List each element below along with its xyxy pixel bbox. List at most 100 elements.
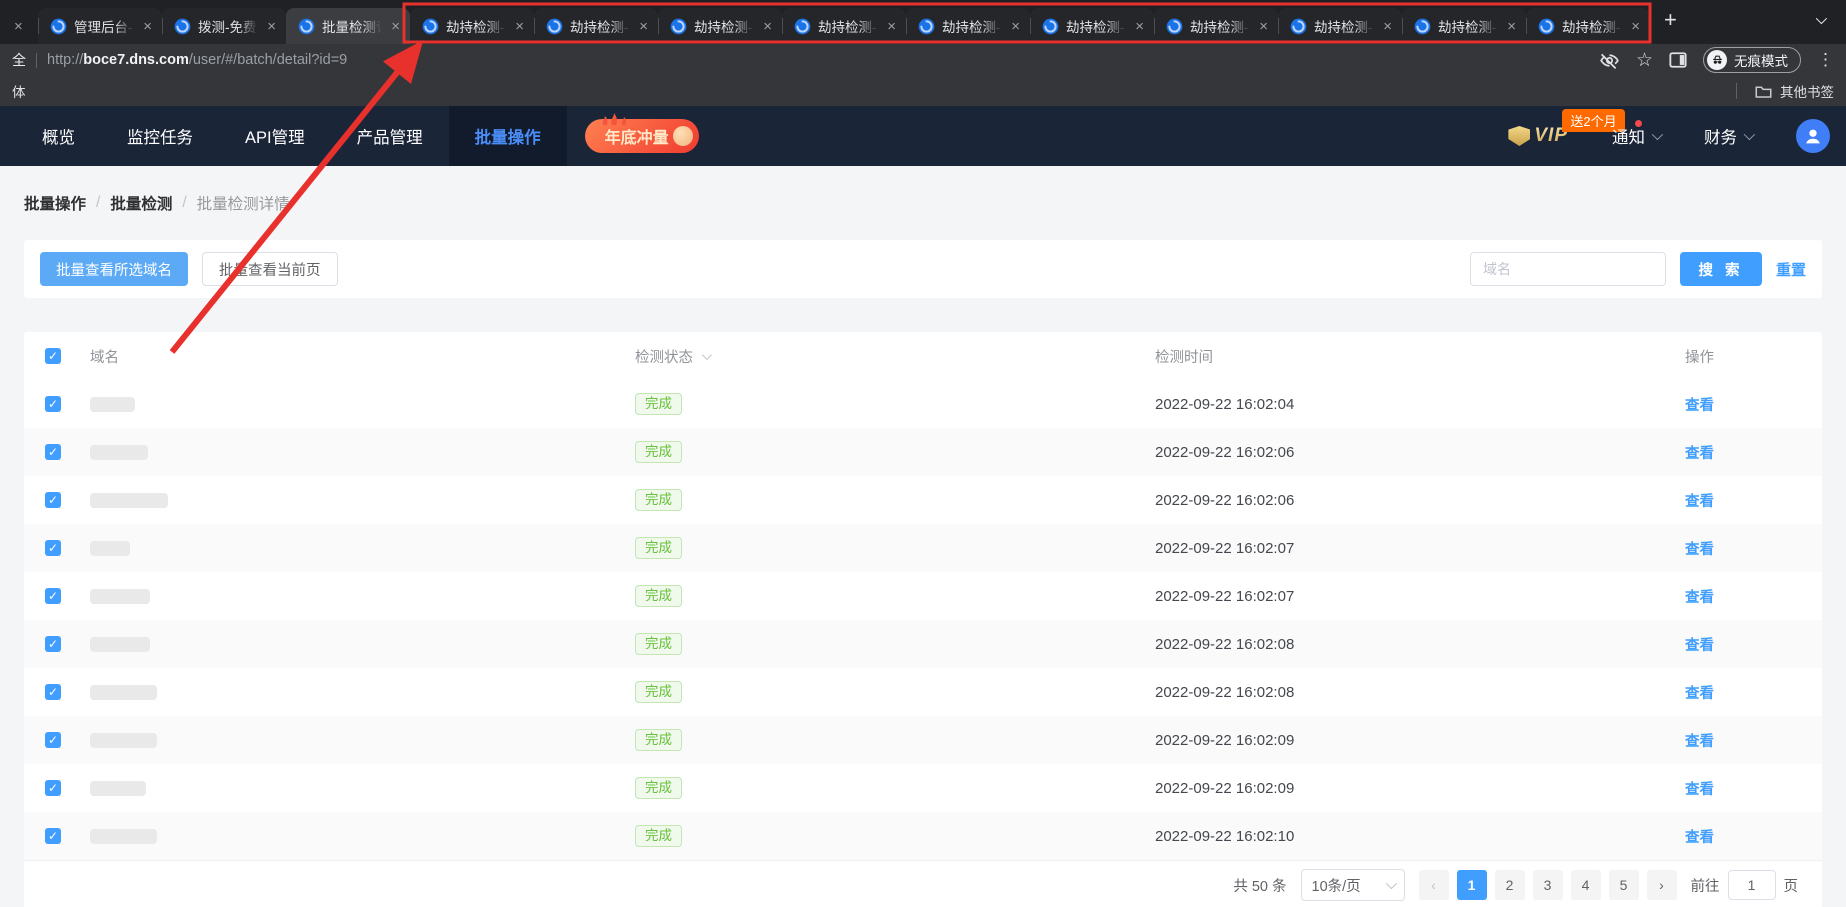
tab-close-icon[interactable]: ×	[1133, 17, 1146, 36]
row-checkbox[interactable]: ✓	[45, 492, 61, 508]
view-current-page-button[interactable]: 批量查看当前页	[202, 252, 338, 286]
side-panel-icon[interactable]	[1669, 51, 1687, 69]
view-selected-domains-button[interactable]: 批量查看所选域名	[40, 252, 188, 286]
row-checkbox[interactable]: ✓	[45, 684, 61, 700]
detect-time: 2022-09-22 16:02:07	[1155, 539, 1295, 557]
view-link[interactable]: 查看	[1685, 490, 1714, 511]
browser-tab[interactable]: 劫持检测-域 ×	[782, 8, 906, 44]
browser-tab[interactable]: 拨测-免费的 ×	[162, 8, 286, 44]
tab-close-icon[interactable]: ×	[141, 17, 154, 36]
page-button-4[interactable]: 4	[1570, 870, 1601, 900]
browser-tab[interactable]: 劫持检测-域 ×	[1526, 8, 1650, 44]
browser-tab[interactable]: 劫持检测-域 ×	[1030, 8, 1154, 44]
breadcrumb-batch-detect[interactable]: 批量检测	[110, 192, 172, 214]
view-link[interactable]: 查看	[1685, 538, 1714, 559]
view-link[interactable]: 查看	[1685, 778, 1714, 799]
search-button[interactable]: 搜 索	[1679, 252, 1762, 286]
tab-close-icon[interactable]: ×	[1629, 17, 1642, 36]
page-button-1[interactable]: 1	[1456, 870, 1487, 900]
row-checkbox[interactable]: ✓	[45, 780, 61, 796]
tab-close-icon[interactable]: ×	[265, 17, 278, 36]
view-link[interactable]: 查看	[1685, 442, 1714, 463]
nav-item-batch-operations[interactable]: 批量操作	[448, 106, 567, 166]
nav-item-product-management[interactable]: 产品管理	[331, 106, 449, 166]
tab-close-icon[interactable]: ×	[12, 17, 25, 36]
tab-close-icon[interactable]: ×	[885, 17, 898, 36]
view-link[interactable]: 查看	[1685, 586, 1714, 607]
nav-item-monitor-tasks[interactable]: 监控任务	[101, 106, 219, 166]
tab-close-icon[interactable]: ×	[1381, 17, 1394, 36]
view-link[interactable]: 查看	[1685, 826, 1714, 847]
page-button-3[interactable]: 3	[1532, 870, 1563, 900]
page-button-5[interactable]: 5	[1608, 870, 1639, 900]
incognito-label: 无痕模式	[1734, 54, 1788, 69]
app-navbar: 概览 监控任务 API管理 产品管理 批量操作 年底冲量 VIP 送2个月 通知	[0, 106, 1846, 166]
status-badge: 完成	[635, 825, 682, 847]
reset-button[interactable]: 重置	[1776, 259, 1806, 280]
redacted-domain	[90, 636, 150, 652]
next-page-button[interactable]: ›	[1646, 870, 1677, 900]
table-row: ✓ 完成 2022-09-22 16:02:08 查看	[24, 668, 1822, 716]
url-scheme: http://	[47, 52, 84, 68]
year-end-promo-banner[interactable]: 年底冲量	[584, 113, 699, 153]
vip-badge[interactable]: VIP 送2个月	[1508, 109, 1625, 147]
browser-tab[interactable]: 劫持检测-域 ×	[1402, 8, 1526, 44]
browser-menu-icon[interactable]: ⋮	[1817, 50, 1834, 70]
new-tab-button[interactable]: +	[1650, 5, 1691, 39]
breadcrumb-batch-operations[interactable]: 批量操作	[24, 192, 86, 214]
view-link[interactable]: 查看	[1685, 730, 1714, 751]
site-info-icon[interactable]: 全	[12, 50, 26, 70]
other-bookmarks-button[interactable]: 其他书签	[1780, 81, 1834, 101]
notifications-menu[interactable]: 通知	[1612, 120, 1664, 148]
row-checkbox[interactable]: ✓	[45, 828, 61, 844]
browser-tab-active[interactable]: 批量检测详情 ×	[286, 8, 410, 44]
page-button-2[interactable]: 2	[1494, 870, 1525, 900]
browser-tab[interactable]: 劫持检测-域 ×	[1154, 8, 1278, 44]
nav-item-api-management[interactable]: API管理	[219, 106, 331, 166]
column-header-status[interactable]: 检测状态	[627, 346, 1147, 367]
row-checkbox[interactable]: ✓	[45, 444, 61, 460]
browser-tab-strip: × 管理后台-B × 拨测-免费的 × 批量检测详情 × 劫持检测-域	[0, 0, 1846, 44]
bookmark-star-icon[interactable]: ☆	[1636, 49, 1653, 72]
tab-close-icon[interactable]: ×	[637, 17, 650, 36]
browser-tab[interactable]: 劫持检测-域 ×	[534, 8, 658, 44]
detect-time: 2022-09-22 16:02:08	[1155, 635, 1295, 653]
detection-table: ✓ 域名 检测状态 检测时间 操作 ✓ 完成 2022-09-22 16:02:…	[24, 332, 1822, 907]
url-field[interactable]: http://boce7.dns.com/user/#/batch/detail…	[47, 52, 1589, 68]
browser-tab-clipped[interactable]: ×	[4, 8, 38, 44]
select-all-checkbox[interactable]: ✓	[45, 348, 61, 364]
tab-close-icon[interactable]: ×	[389, 17, 402, 36]
nav-item-overview[interactable]: 概览	[16, 106, 101, 166]
prev-page-button[interactable]: ‹	[1418, 870, 1449, 900]
tab-search-chevron-icon[interactable]	[1794, 11, 1846, 33]
detect-time: 2022-09-22 16:02:07	[1155, 587, 1295, 605]
domain-search-input[interactable]	[1469, 252, 1666, 286]
tab-title: 劫持检测-域	[818, 20, 878, 35]
user-avatar[interactable]	[1796, 119, 1830, 153]
row-checkbox[interactable]: ✓	[45, 396, 61, 412]
page-size-select[interactable]: 10条/页	[1300, 869, 1405, 901]
tab-title: 劫持检测-域	[942, 20, 1002, 35]
table-row: ✓ 完成 2022-09-22 16:02:08 查看	[24, 620, 1822, 668]
bookmark-item-clipped[interactable]: 体	[12, 81, 26, 101]
view-link[interactable]: 查看	[1685, 394, 1714, 415]
view-link[interactable]: 查看	[1685, 682, 1714, 703]
browser-tab[interactable]: 管理后台-B ×	[38, 8, 162, 44]
tab-close-icon[interactable]: ×	[761, 17, 774, 36]
row-checkbox[interactable]: ✓	[45, 540, 61, 556]
view-link[interactable]: 查看	[1685, 634, 1714, 655]
browser-tab[interactable]: 劫持检测-域 ×	[906, 8, 1030, 44]
row-checkbox[interactable]: ✓	[45, 636, 61, 652]
browser-tab[interactable]: 劫持检测-域 ×	[1278, 8, 1402, 44]
tab-close-icon[interactable]: ×	[1257, 17, 1270, 36]
tab-close-icon[interactable]: ×	[513, 17, 526, 36]
finance-menu[interactable]: 财务	[1704, 124, 1756, 148]
tab-close-icon[interactable]: ×	[1505, 17, 1518, 36]
row-checkbox[interactable]: ✓	[45, 588, 61, 604]
browser-tab[interactable]: 劫持检测-域 ×	[658, 8, 782, 44]
eye-off-icon[interactable]	[1599, 50, 1620, 71]
row-checkbox[interactable]: ✓	[45, 732, 61, 748]
tab-close-icon[interactable]: ×	[1009, 17, 1022, 36]
goto-page-input[interactable]	[1727, 870, 1776, 900]
browser-tab[interactable]: 劫持检测-域 ×	[410, 8, 534, 44]
